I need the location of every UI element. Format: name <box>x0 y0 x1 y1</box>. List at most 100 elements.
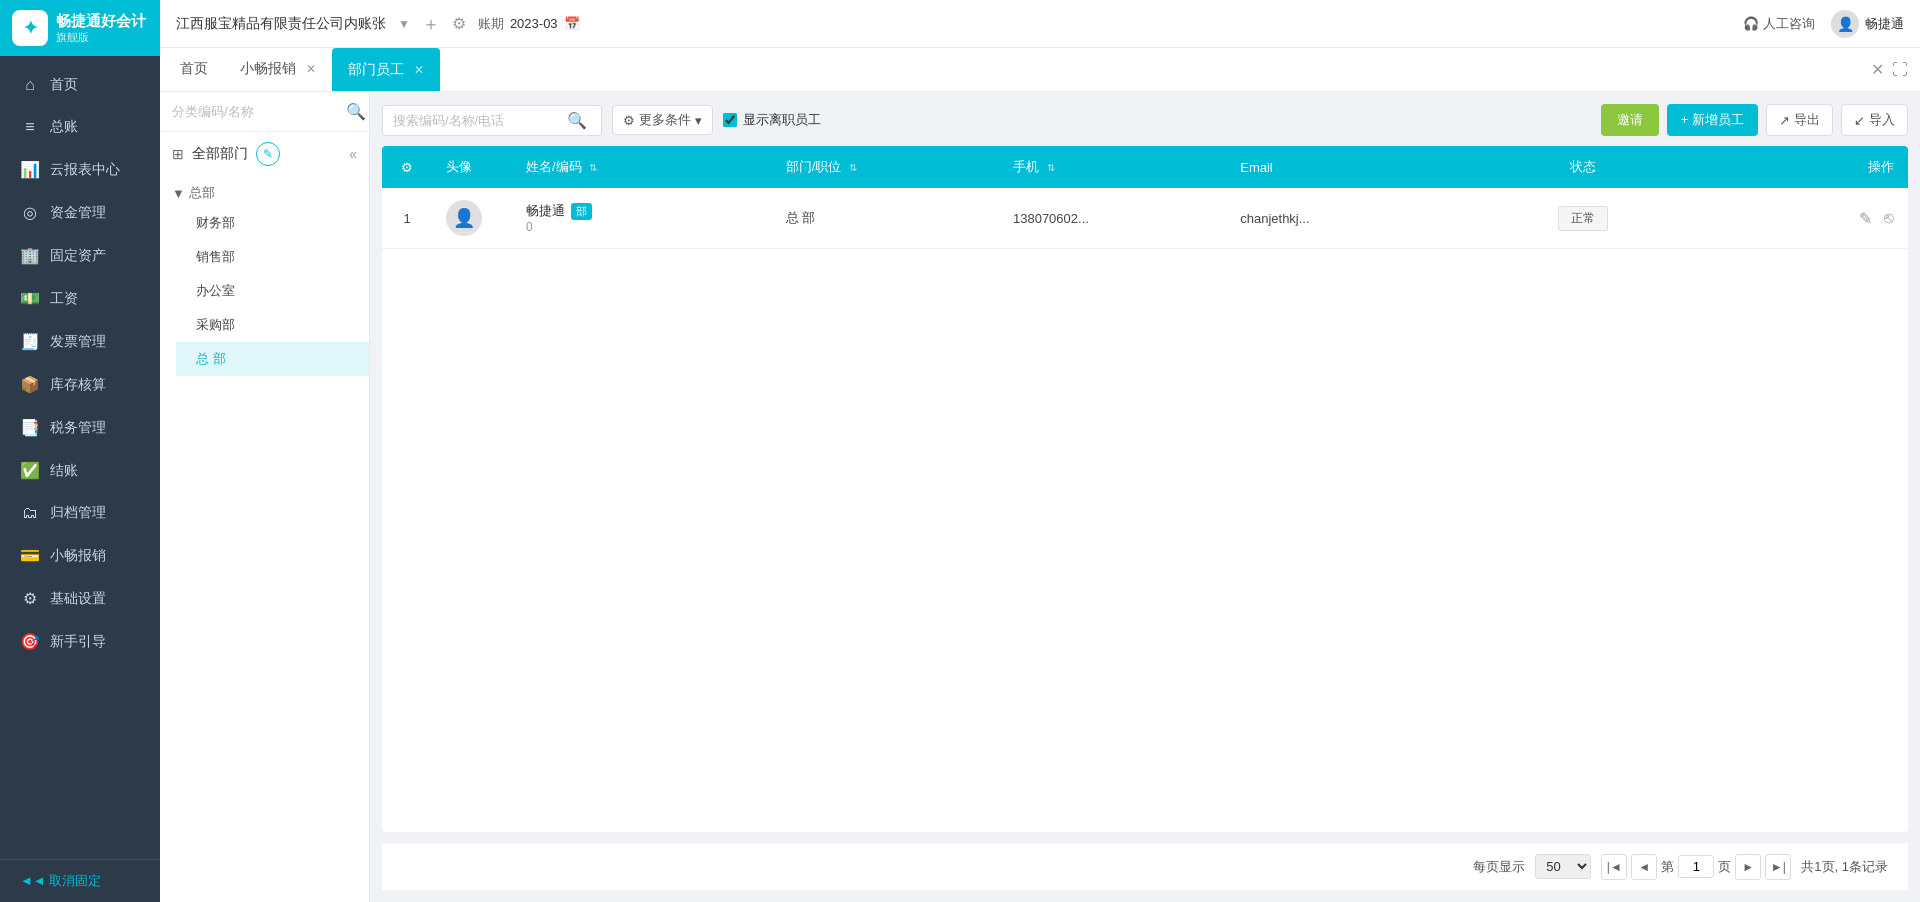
search-input[interactable] <box>393 113 561 128</box>
fixed-assets-icon: 🏢 <box>20 246 40 265</box>
employee-table: ⚙ 头像 姓名/编码 ⇅ 部门/职位 ⇅ 手机 <box>382 146 1908 249</box>
employee-name-text: 畅捷通 <box>526 202 565 220</box>
employee-table-wrap: ⚙ 头像 姓名/编码 ⇅ 部门/职位 ⇅ 手机 <box>382 146 1908 832</box>
sidebar-item-xiaochang[interactable]: 💳 小畅报销 <box>0 534 160 577</box>
logout-icon[interactable]: ⎋ <box>1884 209 1894 227</box>
maximize-icon[interactable]: ⛶ <box>1892 61 1908 79</box>
th-dept[interactable]: 部门/职位 ⇅ <box>772 146 999 188</box>
close-window-icon[interactable]: ✕ <box>1871 60 1884 79</box>
consult-button[interactable]: 🎧 人工咨询 <box>1743 15 1815 33</box>
sidebar-item-tax[interactable]: 📑 税务管理 <box>0 406 160 449</box>
dept-search-input[interactable] <box>172 104 340 119</box>
th-name[interactable]: 姓名/编码 ⇅ <box>512 146 772 188</box>
tab-close-xiaochang[interactable]: ✕ <box>306 62 316 76</box>
pagination-nav: |◄ ◄ 第 页 ► ►| <box>1601 854 1791 880</box>
show-resigned-checkbox[interactable] <box>723 113 737 127</box>
search-icon[interactable]: 🔍 <box>346 102 366 121</box>
export-button[interactable]: ↗ 导出 <box>1766 104 1833 136</box>
th-avatar: 头像 <box>432 146 512 188</box>
th-status: 状态 <box>1486 146 1681 188</box>
add-tab-button[interactable]: ＋ <box>422 12 440 36</box>
dept-panel-header: ⊞ 全部部门 ✎ « <box>160 132 369 176</box>
sidebar-item-invoice[interactable]: 🧾 发票管理 <box>0 320 160 363</box>
filter-button[interactable]: ⚙ 更多条件 ▾ <box>612 105 713 135</box>
cell-dept: 总 部 <box>772 188 999 249</box>
search-icon[interactable]: 🔍 <box>567 111 587 130</box>
sort-icon-name[interactable]: ⇅ <box>589 162 597 173</box>
sidebar-label-home: 首页 <box>50 76 78 94</box>
sidebar-label-new-guide: 新手引导 <box>50 633 106 651</box>
reports-icon: 📊 <box>20 160 40 179</box>
first-page-button[interactable]: |◄ <box>1601 854 1627 880</box>
tab-xiaochang[interactable]: 小畅报销 ✕ <box>224 48 332 91</box>
sidebar-item-fixed-assets[interactable]: 🏢 固定资产 <box>0 234 160 277</box>
sidebar-item-settlement[interactable]: ✅ 结账 <box>0 449 160 492</box>
tabs-right-actions: ✕ ⛶ <box>1871 48 1916 91</box>
sidebar-item-salary[interactable]: 💵 工资 <box>0 277 160 320</box>
search-bar: 🔍 <box>382 105 602 136</box>
employee-dept-badge: 部 <box>571 203 592 220</box>
tab-close-dept-staff[interactable]: ✕ <box>414 63 424 77</box>
add-employee-button[interactable]: + 新增员工 <box>1667 104 1758 136</box>
company-dropdown-icon[interactable]: ▼ <box>398 17 410 31</box>
content-area: 🔍 ⊞ 全部部门 ✎ « ▼ 总部 财务部 销售部 办公室 采购部 总 部 <box>160 92 1920 902</box>
sidebar-item-assets-mgmt[interactable]: ◎ 资金管理 <box>0 191 160 234</box>
prev-page-button[interactable]: ◄ <box>1631 854 1657 880</box>
last-page-button[interactable]: ►| <box>1765 854 1791 880</box>
sidebar-item-ledger[interactable]: ≡ 总账 <box>0 106 160 148</box>
cell-avatar: 👤 <box>432 188 512 249</box>
dept-children: 财务部 销售部 办公室 采购部 总 部 <box>160 206 369 376</box>
page-input[interactable] <box>1678 855 1714 878</box>
ledger-icon: ≡ <box>20 118 40 136</box>
calendar-icon[interactable]: 📅 <box>564 16 580 31</box>
sidebar-item-reports[interactable]: 📊 云报表中心 <box>0 148 160 191</box>
sidebar-item-archive[interactable]: 🗂 归档管理 <box>0 492 160 534</box>
dept-node-purchase[interactable]: 采购部 <box>176 308 369 342</box>
per-page-select[interactable]: 50 20 100 <box>1535 854 1591 879</box>
dept-collapse-button[interactable]: « <box>349 146 357 162</box>
cancel-fixed-button[interactable]: ◄◄ 取消固定 <box>0 859 160 902</box>
sidebar-item-inventory[interactable]: 📦 库存核算 <box>0 363 160 406</box>
table-header-row: ⚙ 头像 姓名/编码 ⇅ 部门/职位 ⇅ 手机 <box>382 146 1908 188</box>
sidebar-label-salary: 工资 <box>50 290 78 308</box>
dept-node-finance[interactable]: 财务部 <box>176 206 369 240</box>
user-menu[interactable]: 👤 畅捷通 <box>1831 10 1904 38</box>
th-phone[interactable]: 手机 ⇅ <box>999 146 1226 188</box>
cell-name: 畅捷通 部 0 <box>512 188 772 249</box>
sidebar-label-basic-settings: 基础设置 <box>50 590 106 608</box>
person-icon: 👤 <box>453 207 475 229</box>
dept-search-bar: 🔍 <box>160 92 369 132</box>
dept-node-general[interactable]: 总 部 <box>176 342 369 376</box>
dept-node-office[interactable]: 办公室 <box>176 274 369 308</box>
tab-dept-staff[interactable]: 部门员工 ✕ <box>332 48 440 91</box>
sidebar-label-inventory: 库存核算 <box>50 376 106 394</box>
period-value: 2023-03 <box>510 16 558 31</box>
topbar-right: 🎧 人工咨询 👤 畅捷通 <box>1743 10 1904 38</box>
table-body: 1 👤 畅捷通 部 0 <box>382 188 1908 249</box>
topbar: 江西服宝精品有限责任公司内账张 ▼ ＋ ⚙ 账期 2023-03 📅 🎧 人工咨… <box>160 0 1920 48</box>
edit-icon[interactable]: ✎ <box>1859 209 1872 228</box>
sidebar-item-basic-settings[interactable]: ⚙ 基础设置 <box>0 577 160 620</box>
tab-home[interactable]: 首页 <box>164 48 224 91</box>
dept-node-sales[interactable]: 销售部 <box>176 240 369 274</box>
sidebar-item-home[interactable]: ⌂ 首页 <box>0 64 160 106</box>
sort-icon-phone[interactable]: ⇅ <box>1047 162 1055 173</box>
next-page-button[interactable]: ► <box>1735 854 1761 880</box>
import-button[interactable]: ↙ 导入 <box>1841 104 1908 136</box>
username-label: 畅捷通 <box>1865 15 1904 33</box>
tabs-bar: 首页 小畅报销 ✕ 部门员工 ✕ ✕ ⛶ <box>160 48 1920 92</box>
sidebar-item-new-guide[interactable]: 🎯 新手引导 <box>0 620 160 663</box>
sort-icon-dept[interactable]: ⇅ <box>849 162 857 173</box>
employee-code: 0 <box>526 220 758 234</box>
app-logo-text: 畅捷通好会计 旗舰版 <box>56 12 146 45</box>
period-info: 账期 2023-03 📅 <box>478 15 580 33</box>
settings-icon[interactable]: ⚙ <box>452 14 466 33</box>
dept-panel: 🔍 ⊞ 全部部门 ✎ « ▼ 总部 财务部 销售部 办公室 采购部 总 部 <box>160 92 370 902</box>
cell-status: 正常 <box>1486 188 1681 249</box>
sidebar-label-assets-mgmt: 资金管理 <box>50 204 106 222</box>
page-label: 第 <box>1661 858 1674 876</box>
invite-button[interactable]: 邀请 <box>1601 104 1659 136</box>
th-settings[interactable]: ⚙ <box>382 146 432 188</box>
sidebar-label-settlement: 结账 <box>50 462 78 480</box>
dept-edit-button[interactable]: ✎ <box>256 142 280 166</box>
